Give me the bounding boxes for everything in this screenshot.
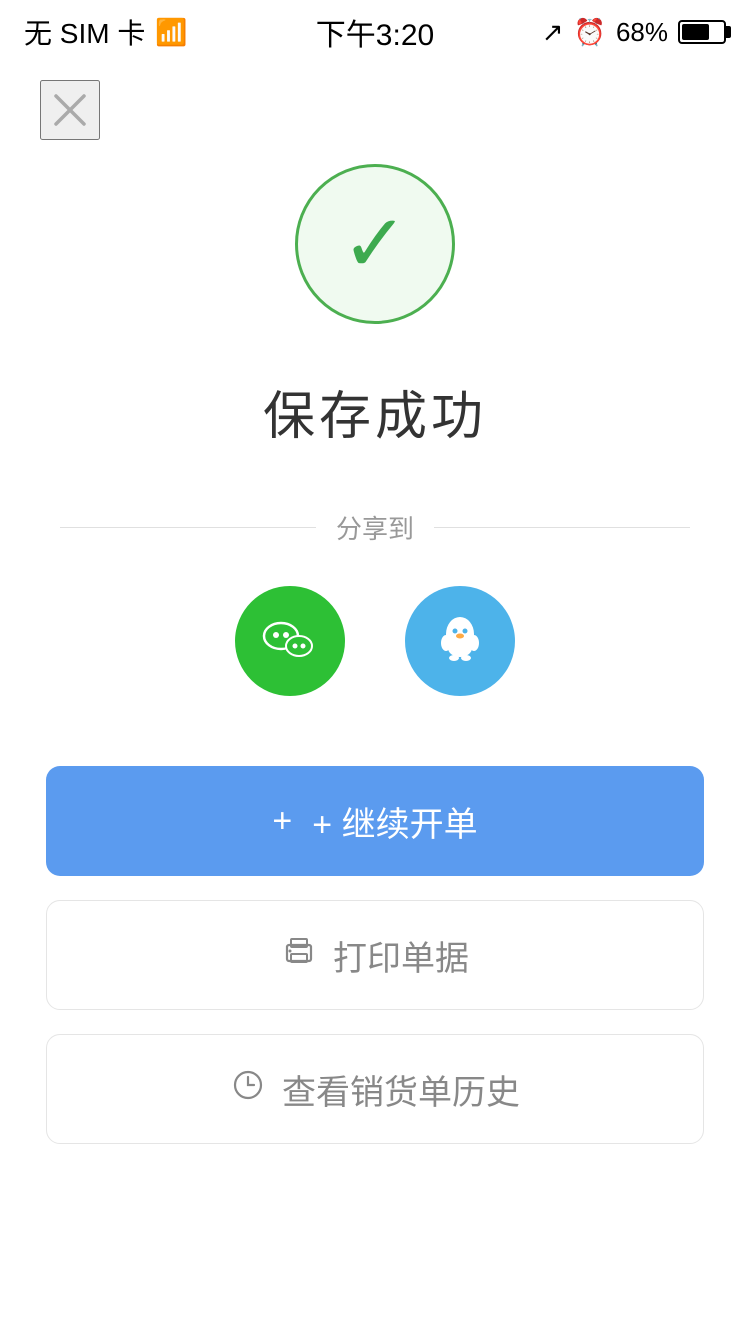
share-divider: 分享到 <box>0 509 750 546</box>
history-button[interactable]: 查看销货单历史 <box>46 1034 704 1144</box>
print-button[interactable]: 打印单据 <box>46 900 704 1010</box>
share-buttons <box>235 586 515 696</box>
battery-icon <box>678 20 726 44</box>
battery-pct: 68% <box>616 17 668 48</box>
plus-icon: + <box>272 802 292 841</box>
continue-order-button[interactable]: + + 继续开单 <box>46 766 704 876</box>
history-label: 查看销货单历史 <box>282 1065 520 1114</box>
continue-order-label: + 继续开单 <box>312 797 477 846</box>
checkmark-icon: ✓ <box>341 204 408 284</box>
sim-label: 无 SIM 卡 <box>24 12 145 52</box>
status-bar: 无 SIM 卡 📶 下午3:20 ↗ ⏰ 68% <box>0 0 750 64</box>
print-label: 打印单据 <box>333 931 469 980</box>
success-title: 保存成功 <box>263 374 487 449</box>
alarm-icon: ⏰ <box>574 17 606 48</box>
wechat-share-button[interactable] <box>235 586 345 696</box>
status-time: 下午3:20 <box>316 10 434 54</box>
print-icon <box>281 933 317 978</box>
success-icon-circle: ✓ <box>295 164 455 324</box>
divider-line-right <box>434 527 690 528</box>
history-icon <box>230 1067 266 1112</box>
wifi-icon: 📶 <box>155 17 187 48</box>
divider-line-left <box>60 527 316 528</box>
main-content: ✓ 保存成功 分享到 <box>0 64 750 1144</box>
action-buttons: + + 继续开单 打印单据 查看销货单历史 <box>0 766 750 1144</box>
qq-share-button[interactable] <box>405 586 515 696</box>
status-right: ↗ ⏰ 68% <box>542 17 726 48</box>
status-left: 无 SIM 卡 📶 <box>24 12 188 52</box>
close-button[interactable] <box>40 80 100 140</box>
share-label: 分享到 <box>316 509 434 546</box>
location-icon: ↗ <box>542 17 564 48</box>
